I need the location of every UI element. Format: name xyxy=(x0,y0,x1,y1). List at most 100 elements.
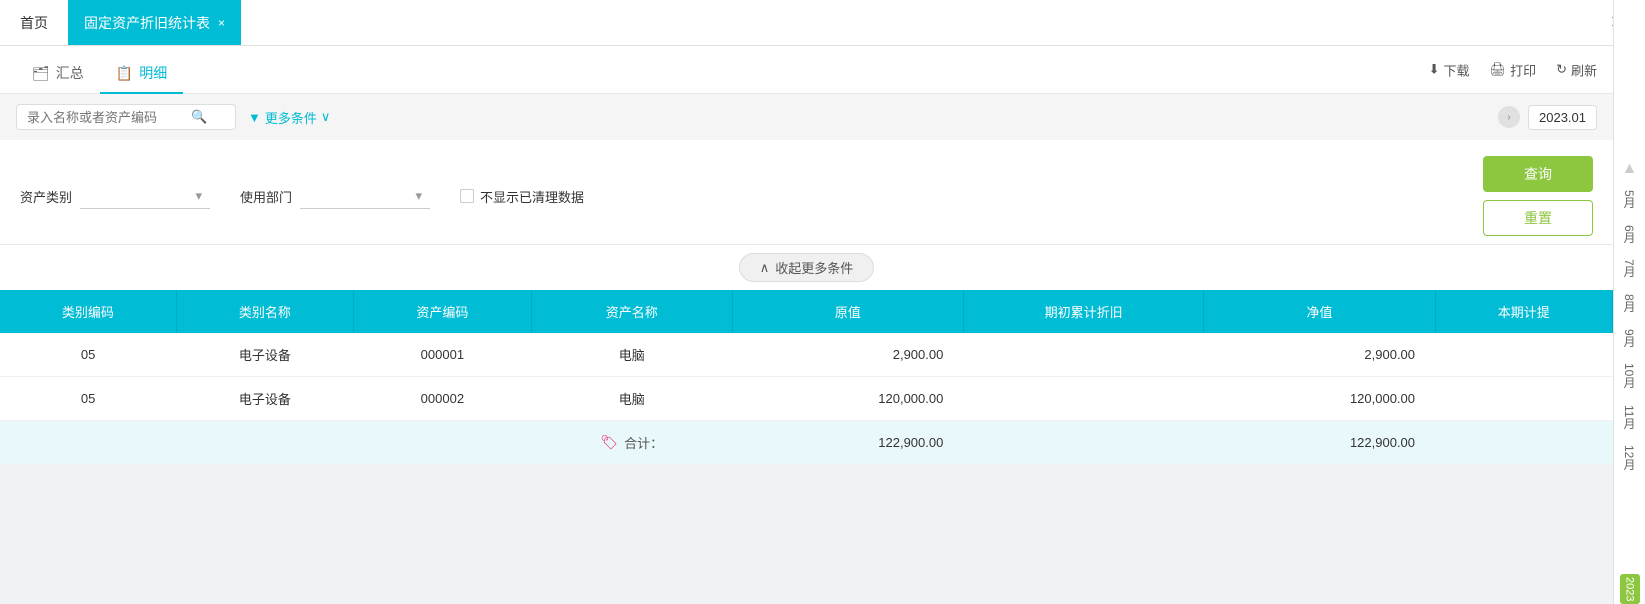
active-tab[interactable]: 固定资产折旧统计表 × xyxy=(68,0,241,45)
summary-label-text: 合计： xyxy=(624,433,663,452)
col-header-asset-name: 资产名称 xyxy=(531,290,732,333)
content-area: 🗂 汇总 📋 明细 ⬇ 下载 🖨 打印 ↻ 刷新 xyxy=(0,46,1613,604)
detail-icon: 📋 xyxy=(116,65,133,82)
toolbar-right: ⬇ 下载 🖨 打印 ↻ 刷新 xyxy=(1429,60,1597,79)
col-header-current: 本期计提 xyxy=(1435,290,1612,333)
department-arrow-icon: ▾ xyxy=(416,188,423,204)
cell-code-2: 05 xyxy=(0,377,176,421)
department-select[interactable]: ▾ xyxy=(300,183,430,209)
asset-type-select[interactable]: ▾ xyxy=(80,183,210,209)
department-filter: 使用部门 ▾ xyxy=(240,183,430,209)
tab-detail-label: 明细 xyxy=(139,63,167,83)
cell-asset-name-1: 电脑 xyxy=(531,333,732,377)
cell-asset-code-1: 000001 xyxy=(354,333,531,377)
summary-row: 🏷 合计： 122,900.00 122,900.00 xyxy=(0,421,1613,465)
query-button[interactable]: 查询 xyxy=(1483,156,1593,192)
collapse-up-icon: ∧ xyxy=(760,260,770,276)
close-tab-icon[interactable]: × xyxy=(218,16,225,30)
tab-summary-label: 汇总 xyxy=(56,63,84,83)
cell-accumulated-2 xyxy=(963,377,1204,421)
summary-net: 122,900.00 xyxy=(1204,421,1435,465)
cell-net-1: 2,900.00 xyxy=(1204,333,1435,377)
sidebar-month-8[interactable]: 8月 xyxy=(1621,290,1638,317)
filter-row: 资产类别 ▾ 使用部门 ▾ xyxy=(20,156,1593,236)
search-input[interactable] xyxy=(27,110,187,125)
table-row: 05 电子设备 000001 电脑 2,900.00 2,900.00 xyxy=(0,333,1613,377)
search-filter-section: 🔍 ▼ 更多条件 ∨ › 2023.01 资产类别 xyxy=(0,94,1613,290)
date-label: 2023.01 xyxy=(1528,105,1597,130)
col-header-net-value: 净值 xyxy=(1204,290,1435,333)
top-nav: 首页 固定资产折旧统计表 × ✕ xyxy=(0,0,1645,46)
expand-sidebar-button[interactable]: › xyxy=(1498,106,1520,128)
tab-summary[interactable]: 🗂 汇总 xyxy=(16,54,100,94)
search-icon: 🔍 xyxy=(191,109,207,125)
print-label: 打印 xyxy=(1510,60,1536,79)
department-label: 使用部门 xyxy=(240,187,292,206)
summary-accumulated xyxy=(963,421,1204,465)
sidebar-month-7[interactable]: 7月 xyxy=(1621,255,1638,282)
hide-cleared-checkbox[interactable] xyxy=(460,189,474,203)
cell-asset-name-2: 电脑 xyxy=(531,377,732,421)
cell-current-1 xyxy=(1435,333,1612,377)
cell-code-1: 05 xyxy=(0,333,176,377)
summary-tag-icon: 🏷 xyxy=(600,434,618,451)
sub-tabs-bar: 🗂 汇总 📋 明细 ⬇ 下载 🖨 打印 ↻ 刷新 xyxy=(0,46,1613,94)
filter-buttons: 查询 重置 xyxy=(1483,156,1593,236)
refresh-label: 刷新 xyxy=(1571,60,1597,79)
table-header-row: 类别编码 类别名称 资产编码 资产名称 原值 期初累计折旧 净值 本期计提 xyxy=(0,290,1613,333)
filter-icon: ▼ xyxy=(248,110,261,125)
collapse-bar: ∧ 收起更多条件 xyxy=(0,245,1613,290)
cell-asset-code-2: 000002 xyxy=(354,377,531,421)
department-value xyxy=(304,187,376,204)
cell-original-2: 120,000.00 xyxy=(732,377,963,421)
summary-label-cell: 🏷 合计： xyxy=(531,421,732,465)
cell-current-2 xyxy=(1435,377,1612,421)
sidebar-month-6[interactable]: 6月 xyxy=(1621,221,1638,248)
more-conditions-label: 更多条件 xyxy=(265,108,317,127)
active-tab-label: 固定资产折旧统计表 xyxy=(84,13,210,33)
download-label: 下载 xyxy=(1444,60,1470,79)
search-bar: 🔍 ▼ 更多条件 ∨ › 2023.01 xyxy=(0,94,1613,140)
col-header-original-value: 原值 xyxy=(732,290,963,333)
collapse-label: 收起更多条件 xyxy=(775,258,853,277)
sidebar-month-5[interactable]: 5月 xyxy=(1621,186,1638,213)
asset-type-label: 资产类别 xyxy=(20,187,72,206)
refresh-button[interactable]: ↻ 刷新 xyxy=(1556,60,1597,79)
year-badge[interactable]: 2023 xyxy=(1620,574,1640,604)
tab-detail[interactable]: 📋 明细 xyxy=(100,54,183,94)
refresh-icon: ↻ xyxy=(1556,62,1567,78)
sidebar-month-9[interactable]: 9月 xyxy=(1621,325,1638,352)
col-header-category-code: 类别编码 xyxy=(0,290,176,333)
sidebar-up-arrow[interactable]: ▲ xyxy=(1622,160,1638,178)
main-content: 🗂 汇总 📋 明细 ⬇ 下载 🖨 打印 ↻ 刷新 xyxy=(0,46,1645,604)
summary-original: 122,900.00 xyxy=(732,421,963,465)
hide-cleared-wrap: 不显示已清理数据 xyxy=(460,187,584,206)
print-icon: 🖨 xyxy=(1490,62,1507,78)
download-button[interactable]: ⬇ 下载 xyxy=(1429,60,1470,79)
sidebar-month-10[interactable]: 10月 xyxy=(1621,359,1638,392)
summary-icon: 🗂 xyxy=(32,65,50,82)
cell-accumulated-1 xyxy=(963,333,1204,377)
data-table-wrap: 类别编码 类别名称 资产编码 资产名称 原值 期初累计折旧 净值 本期计提 05 xyxy=(0,290,1613,604)
sidebar-month-11[interactable]: 11月 xyxy=(1621,401,1638,433)
col-header-category-name: 类别名称 xyxy=(176,290,353,333)
more-conditions-button[interactable]: ▼ 更多条件 ∨ xyxy=(248,108,330,127)
col-header-asset-code: 资产编码 xyxy=(354,290,531,333)
summary-icon-cell xyxy=(0,421,531,465)
right-sidebar: ▲ 5月 6月 7月 8月 9月 10月 11月 12月 2023 xyxy=(1613,0,1645,604)
filter-area: 资产类别 ▾ 使用部门 ▾ xyxy=(0,140,1613,245)
cell-name-2: 电子设备 xyxy=(176,377,353,421)
print-button[interactable]: 🖨 打印 xyxy=(1490,60,1537,79)
collapse-button[interactable]: ∧ 收起更多条件 xyxy=(739,253,875,282)
asset-type-filter: 资产类别 ▾ xyxy=(20,183,210,209)
sidebar-month-12[interactable]: 12月 xyxy=(1621,441,1638,474)
summary-current xyxy=(1435,421,1612,465)
cell-net-2: 120,000.00 xyxy=(1204,377,1435,421)
reset-button[interactable]: 重置 xyxy=(1483,200,1593,236)
data-table: 类别编码 类别名称 资产编码 资产名称 原值 期初累计折旧 净值 本期计提 05 xyxy=(0,290,1613,465)
cell-original-1: 2,900.00 xyxy=(732,333,963,377)
cell-name-1: 电子设备 xyxy=(176,333,353,377)
search-input-wrap[interactable]: 🔍 xyxy=(16,104,236,130)
home-tab[interactable]: 首页 xyxy=(0,13,68,33)
col-header-accumulated: 期初累计折旧 xyxy=(963,290,1204,333)
